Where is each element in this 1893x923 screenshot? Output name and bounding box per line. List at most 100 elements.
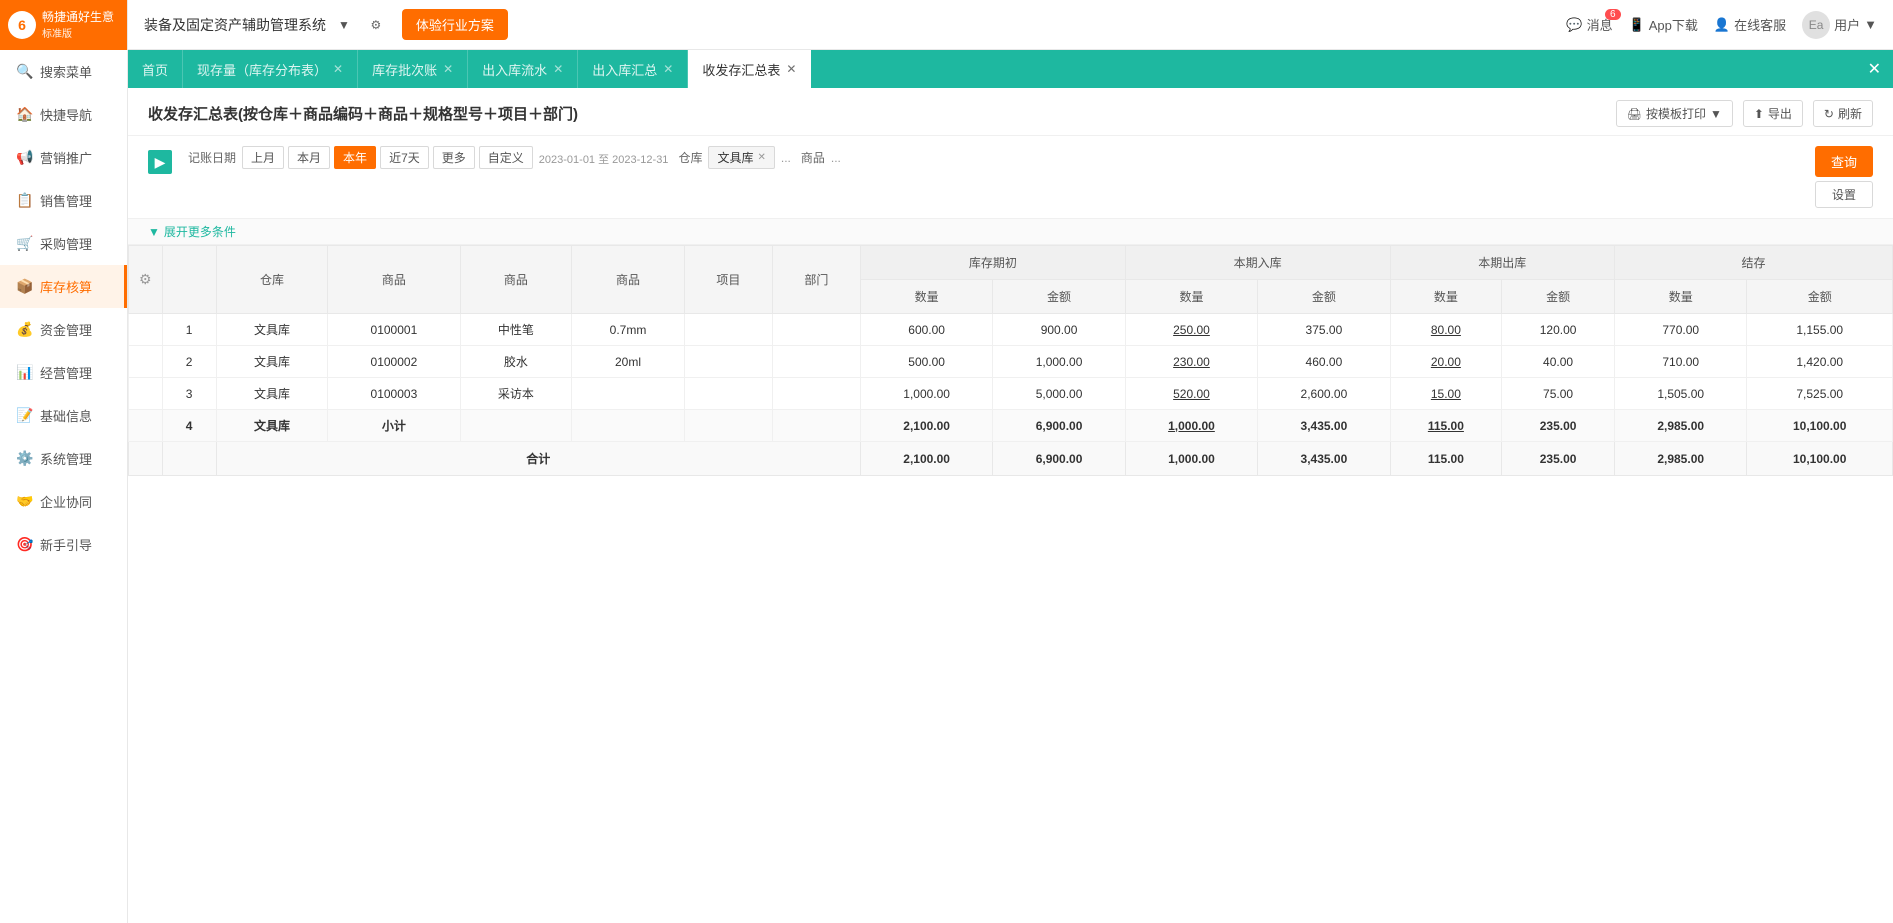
sidebar-item-sales[interactable]: 📋 销售管理 bbox=[0, 179, 127, 222]
subtotal-empty1 bbox=[460, 410, 571, 442]
tab-close-icon[interactable]: ✕ bbox=[553, 62, 563, 76]
table-row: 3 文具库 0100003 采访本 1,000.00 5,000.00 520.… bbox=[129, 378, 1893, 410]
refresh-button[interactable]: ↻ 刷新 bbox=[1813, 100, 1873, 127]
date-btn-custom[interactable]: 自定义 bbox=[479, 146, 533, 169]
sidebar-item-operation[interactable]: 📊 经营管理 bbox=[0, 351, 127, 394]
row1-in-amt: 375.00 bbox=[1258, 314, 1390, 346]
subtotal-opening-amt: 6,900.00 bbox=[993, 410, 1125, 442]
print-button[interactable]: 🖨 按模板打印 ▼ bbox=[1616, 100, 1733, 127]
filter-expand-row[interactable]: ▼ 展开更多条件 bbox=[128, 219, 1893, 245]
tab-inventory-dist[interactable]: 现存量（库存分布表） ✕ bbox=[183, 50, 358, 88]
tab-close-icon[interactable]: ✕ bbox=[333, 62, 343, 76]
sidebar-item-corp[interactable]: 🤝 企业协同 bbox=[0, 480, 127, 523]
message-badge: 6 bbox=[1605, 9, 1621, 20]
col-opening-group-header: 库存期初 bbox=[860, 246, 1125, 280]
row3-project bbox=[684, 378, 772, 410]
total-out-qty: 115.00 bbox=[1390, 442, 1502, 476]
row1-num: 1 bbox=[162, 314, 216, 346]
tab-close-icon[interactable]: ✕ bbox=[443, 62, 453, 76]
subtotal-balance-amt: 10,100.00 bbox=[1747, 410, 1893, 442]
filter-settings-button[interactable]: 设置 bbox=[1815, 181, 1873, 208]
query-button[interactable]: 查询 bbox=[1815, 146, 1873, 177]
row2-settings bbox=[129, 346, 163, 378]
tab-close-icon[interactable]: ✕ bbox=[786, 62, 796, 76]
subtotal-out-amt: 235.00 bbox=[1502, 410, 1615, 442]
sidebar-item-purchase[interactable]: 🛒 采购管理 bbox=[0, 222, 127, 265]
row1-in-qty[interactable]: 250.00 bbox=[1125, 314, 1257, 346]
expand-chevron-icon: ▼ bbox=[148, 225, 160, 239]
sidebar-item-quick[interactable]: 🏠 快捷导航 bbox=[0, 93, 127, 136]
tabbar-close-all[interactable]: ✕ bbox=[1856, 59, 1893, 79]
tab-flow[interactable]: 出入库流水 ✕ bbox=[468, 50, 578, 88]
export-button[interactable]: ⬆ 导出 bbox=[1743, 100, 1803, 127]
data-table-wrap: ⚙ 仓库 商品 商品 商品 项目 部门 库存期初 本期入库 本期出库 bbox=[128, 245, 1893, 476]
sidebar-item-label: 营销推广 bbox=[40, 148, 92, 167]
app-icon: 📱 bbox=[1629, 17, 1645, 33]
online-service-item[interactable]: 👤 在线客服 bbox=[1714, 15, 1786, 34]
subtotal-row: 4 文具库 小计 2,100.00 6,900.00 1,000.00 3,43… bbox=[129, 410, 1893, 442]
row3-in-qty[interactable]: 520.00 bbox=[1125, 378, 1257, 410]
sidebar-item-search[interactable]: 🔍 搜索菜单 bbox=[0, 50, 127, 93]
col-balance-group-header: 结存 bbox=[1614, 246, 1892, 280]
date-btn-this-month[interactable]: 本月 bbox=[288, 146, 330, 169]
print-chevron-icon: ▼ bbox=[1710, 107, 1722, 121]
print-label: 按模板打印 bbox=[1646, 105, 1706, 122]
subtotal-empty3 bbox=[684, 410, 772, 442]
total-out-amt: 235.00 bbox=[1502, 442, 1615, 476]
app-download-item[interactable]: 📱 App下载 bbox=[1629, 15, 1698, 34]
message-item[interactable]: 💬 消息 6 bbox=[1566, 15, 1612, 34]
experience-btn[interactable]: 体验行业方案 bbox=[402, 9, 508, 40]
tab-close-icon[interactable]: ✕ bbox=[663, 62, 673, 76]
user-item[interactable]: Ea 用户 ▼ bbox=[1802, 11, 1877, 39]
user-label: 用户 bbox=[1834, 15, 1860, 34]
tab-batch[interactable]: 库存批次账 ✕ bbox=[358, 50, 468, 88]
header-buttons: 🖨 按模板打印 ▼ ⬆ 导出 ↻ 刷新 bbox=[1616, 100, 1873, 127]
date-btn-last-month[interactable]: 上月 bbox=[242, 146, 284, 169]
row3-in-amt: 2,600.00 bbox=[1258, 378, 1390, 410]
col-out-qty-header: 数量 bbox=[1390, 280, 1502, 314]
filter-toggle-btn[interactable]: ▶ bbox=[148, 150, 172, 174]
goods-more[interactable]: ... bbox=[831, 151, 841, 165]
table-settings-icon[interactable]: ⚙ bbox=[139, 271, 152, 287]
goods-label: 商品 bbox=[801, 149, 825, 166]
total-row: 合计 2,100.00 6,900.00 1,000.00 3,435.00 1… bbox=[129, 442, 1893, 476]
row2-num: 2 bbox=[162, 346, 216, 378]
subtotal-out-qty[interactable]: 115.00 bbox=[1390, 410, 1502, 442]
warehouse-more[interactable]: ... bbox=[781, 151, 791, 165]
col-rownum-header bbox=[162, 246, 216, 314]
tab-home[interactable]: 首页 bbox=[128, 50, 183, 88]
sidebar-item-finance[interactable]: 💰 资金管理 bbox=[0, 308, 127, 351]
date-btn-this-year[interactable]: 本年 bbox=[334, 146, 376, 169]
subtotal-in-qty[interactable]: 1,000.00 bbox=[1125, 410, 1257, 442]
date-btn-more[interactable]: 更多 bbox=[433, 146, 475, 169]
date-btn-7days[interactable]: 近7天 bbox=[380, 146, 429, 169]
row1-out-qty[interactable]: 80.00 bbox=[1390, 314, 1502, 346]
total-balance-amt: 10,100.00 bbox=[1747, 442, 1893, 476]
settings-icon[interactable]: ⚙ bbox=[362, 11, 390, 39]
warehouse-label: 仓库 bbox=[678, 149, 702, 166]
col-goodscode-header: 商品 bbox=[328, 246, 460, 314]
row2-balance-amt: 1,420.00 bbox=[1747, 346, 1893, 378]
sidebar-item-basic[interactable]: 📝 基础信息 bbox=[0, 394, 127, 437]
sidebar-item-marketing[interactable]: 📢 营销推广 bbox=[0, 136, 127, 179]
finance-icon: 💰 bbox=[16, 321, 32, 338]
warehouse-tag-close[interactable]: ✕ bbox=[757, 152, 765, 163]
system-dropdown[interactable]: ▼ bbox=[338, 18, 350, 32]
main-area: 装备及固定资产辅助管理系统 ▼ ⚙ 体验行业方案 💬 消息 6 📱 App下载 … bbox=[128, 0, 1893, 923]
export-label: 导出 bbox=[1768, 105, 1792, 122]
subtotal-balance-qty: 2,985.00 bbox=[1614, 410, 1746, 442]
sidebar-item-label: 基础信息 bbox=[40, 406, 92, 425]
row2-out-qty[interactable]: 20.00 bbox=[1390, 346, 1502, 378]
row2-in-qty[interactable]: 230.00 bbox=[1125, 346, 1257, 378]
sidebar-item-system[interactable]: ⚙️ 系统管理 bbox=[0, 437, 127, 480]
warehouse-value: 文具库 bbox=[717, 149, 753, 166]
export-icon: ⬆ bbox=[1754, 107, 1764, 121]
tab-recv-send[interactable]: 收发存汇总表 ✕ bbox=[688, 50, 811, 88]
tab-batch-label: 库存批次账 bbox=[372, 60, 437, 79]
sidebar-item-inventory[interactable]: 📦 库存核算 bbox=[0, 265, 127, 308]
sidebar-item-newbie[interactable]: 🎯 新手引导 bbox=[0, 523, 127, 566]
tab-summary[interactable]: 出入库汇总 ✕ bbox=[578, 50, 688, 88]
date-range-display: 2023-01-01 至 2023-12-31 bbox=[539, 151, 669, 167]
col-balance-amt-header: 金额 bbox=[1747, 280, 1893, 314]
row3-out-qty[interactable]: 15.00 bbox=[1390, 378, 1502, 410]
